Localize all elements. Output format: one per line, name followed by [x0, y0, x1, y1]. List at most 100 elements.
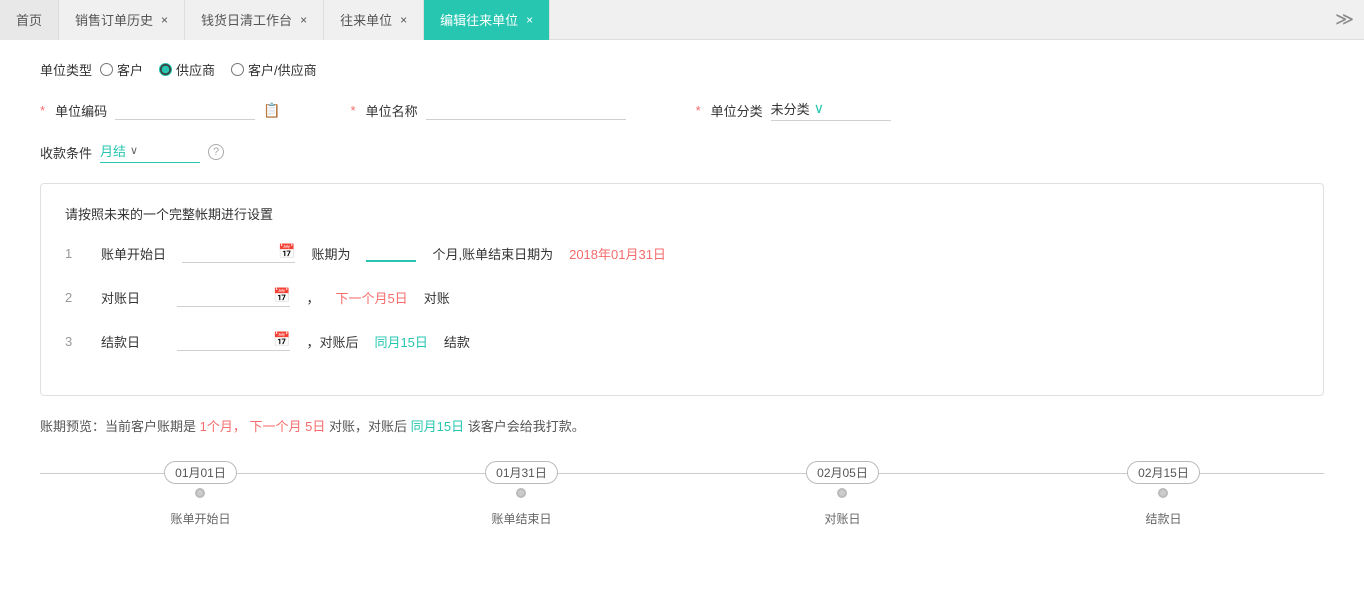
row-1-date-input[interactable]: 2018-01-01: [182, 244, 272, 259]
setting-row-3: 3 结款日 2018-02-15 📅 ，对账后 同月15日 结款: [65, 331, 1299, 351]
row-1-months-input[interactable]: 1: [366, 245, 416, 262]
radio-customer-input[interactable]: [100, 63, 113, 76]
preview-highlight1: 1个月，: [200, 419, 246, 434]
node-2-dot-container: 02月05日 对账日: [806, 461, 879, 527]
row-2-number: 2: [65, 290, 85, 305]
unit-type-row: 单位类型 客户 供应商 客户/供应商: [40, 60, 1324, 79]
copy-icon[interactable]: 📋: [263, 102, 280, 119]
unit-name-label: 单位名称: [366, 101, 418, 120]
payment-terms-select[interactable]: 月结 ∨: [100, 141, 200, 163]
unit-code-group: * 单位编码 000001 📋: [40, 100, 281, 120]
row-3-date-input[interactable]: 2018-02-15: [177, 332, 267, 347]
tab-expand-button[interactable]: ≫: [1325, 9, 1364, 30]
row-2-date-input[interactable]: 2018-02-05: [177, 288, 267, 303]
preview-suffix1: 对账，对账后: [329, 419, 407, 434]
tab-edit-partner-label: 编辑往来单位: [440, 10, 518, 29]
node-1-dot-container: 01月31日 账单结束日: [485, 461, 558, 527]
row-2-highlight: 下一个月5日: [335, 288, 407, 307]
preview-suffix2: 该客户会给我打款。: [468, 419, 585, 434]
timeline-node-0: 01月01日 账单开始日: [40, 459, 361, 527]
tab-home[interactable]: 首页: [0, 0, 59, 40]
row-3-desc-prefix: ，对账后: [306, 332, 358, 351]
payment-terms-chevron-icon: ∨: [130, 144, 138, 157]
setting-row-2: 2 对账日 2018-02-05 📅 ， 下一个月5日 对账: [65, 287, 1299, 307]
unit-name-required: *: [351, 103, 356, 118]
setting-row-1: 1 账单开始日 2018-01-01 📅 账期为 1 个月,账单结束日期为 20…: [65, 243, 1299, 263]
radio-both-input[interactable]: [231, 63, 244, 76]
main-content: 单位类型 客户 供应商 客户/供应商 * 单位编码 00000: [0, 40, 1364, 608]
node-0-badge: 01月01日: [164, 461, 237, 484]
unit-category-value: 未分类: [771, 99, 810, 118]
radio-supplier[interactable]: 供应商: [159, 60, 215, 79]
node-3-circle: [1158, 488, 1168, 498]
node-1-circle: [516, 488, 526, 498]
tab-home-label: 首页: [16, 10, 42, 29]
node-0-circle: [195, 488, 205, 498]
payment-terms-group: 收款条件 月结 ∨ ?: [40, 141, 224, 163]
unit-name-group: * 单位名称 河南供应商22: [351, 100, 626, 120]
timeline-node-3: 02月15日 结款日: [1003, 459, 1324, 527]
unit-category-group: * 单位分类 未分类 ∨: [696, 99, 891, 121]
preview-highlight3: 同月15日: [411, 419, 464, 434]
row-3-desc-suffix: 结款: [444, 332, 470, 351]
tab-sales-history-close[interactable]: ×: [161, 13, 168, 27]
row-2-desc-suffix: 对账: [424, 288, 450, 307]
unit-type-radios: 客户 供应商 客户/供应商: [100, 60, 317, 79]
timeline-node-1: 01月31日 账单结束日: [361, 459, 682, 527]
tab-partner-units[interactable]: 往来单位 ×: [324, 0, 424, 40]
tab-partner-units-close[interactable]: ×: [400, 13, 407, 27]
help-icon[interactable]: ?: [208, 144, 224, 160]
unit-category-dropdown-icon: ∨: [814, 100, 824, 117]
radio-customer-label: 客户: [117, 60, 143, 79]
unit-type-label: 单位类型: [40, 60, 92, 79]
row-3-calendar-icon[interactable]: 📅: [273, 331, 290, 348]
node-3-badge: 02月15日: [1127, 461, 1200, 484]
unit-details-row: * 单位编码 000001 📋 * 单位名称 河南供应商22 * 单位分类 未分…: [40, 99, 1324, 121]
tab-cash-reconciliation-label: 钱货日清工作台: [201, 10, 292, 29]
unit-code-input[interactable]: 000001: [115, 100, 255, 120]
row-1-suffix-before: 账期为: [311, 244, 350, 263]
node-2-circle: [837, 488, 847, 498]
row-3-label: 结款日: [101, 332, 161, 351]
node-0-label: 账单开始日: [170, 510, 230, 527]
row-3-date-wrapper: 2018-02-15 📅: [177, 331, 290, 351]
unit-category-required: *: [696, 103, 701, 118]
node-1-badge: 01月31日: [485, 461, 558, 484]
row-1-label: 账单开始日: [101, 244, 166, 263]
row-2-desc-prefix: ，: [306, 288, 319, 307]
timeline: 01月01日 账单开始日 01月31日 账单结束日: [40, 459, 1324, 527]
tab-cash-reconciliation[interactable]: 钱货日清工作台 ×: [185, 0, 324, 40]
unit-code-required: *: [40, 103, 45, 118]
unit-category-select[interactable]: 未分类 ∨: [771, 99, 891, 121]
radio-both[interactable]: 客户/供应商: [231, 60, 317, 79]
node-0-dot-container: 01月01日 账单开始日: [164, 461, 237, 527]
payment-terms-value: 月结: [100, 141, 126, 160]
preview-middle: 下一个月: [250, 419, 302, 434]
unit-type-group: 单位类型 客户 供应商 客户/供应商: [40, 60, 317, 79]
payment-terms-row: 收款条件 月结 ∨ ?: [40, 141, 1324, 163]
node-3-label: 结款日: [1145, 510, 1181, 527]
node-2-badge: 02月05日: [806, 461, 879, 484]
row-1-calendar-icon[interactable]: 📅: [278, 243, 295, 260]
row-3-highlight: 同月15日: [374, 332, 427, 351]
unit-code-label: 单位编码: [55, 101, 107, 120]
radio-supplier-input[interactable]: [159, 63, 172, 76]
tab-partner-units-label: 往来单位: [340, 10, 392, 29]
tab-sales-history-label: 销售订单历史: [75, 10, 153, 29]
tab-edit-partner[interactable]: 编辑往来单位 ×: [424, 0, 550, 40]
unit-name-input[interactable]: 河南供应商22: [426, 100, 626, 120]
panel-title: 请按照未来的一个完整帐期进行设置: [65, 204, 1299, 223]
row-2-label: 对账日: [101, 288, 161, 307]
tab-cash-reconciliation-close[interactable]: ×: [300, 13, 307, 27]
tab-sales-history[interactable]: 销售订单历史 ×: [59, 0, 185, 40]
settings-panel: 请按照未来的一个完整帐期进行设置 1 账单开始日 2018-01-01 📅 账期…: [40, 183, 1324, 396]
radio-supplier-label: 供应商: [176, 60, 215, 79]
preview-prefix: 账期预览：当前客户账期是: [40, 419, 196, 434]
row-1-suffix-after: 个月,账单结束日期为: [432, 244, 553, 263]
node-1-label: 账单结束日: [491, 510, 551, 527]
tab-bar: 首页 销售订单历史 × 钱货日清工作台 × 往来单位 × 编辑往来单位 × ≫: [0, 0, 1364, 40]
row-2-calendar-icon[interactable]: 📅: [273, 287, 290, 304]
row-3-number: 3: [65, 334, 85, 349]
radio-customer[interactable]: 客户: [100, 60, 143, 79]
tab-edit-partner-close[interactable]: ×: [526, 13, 533, 27]
